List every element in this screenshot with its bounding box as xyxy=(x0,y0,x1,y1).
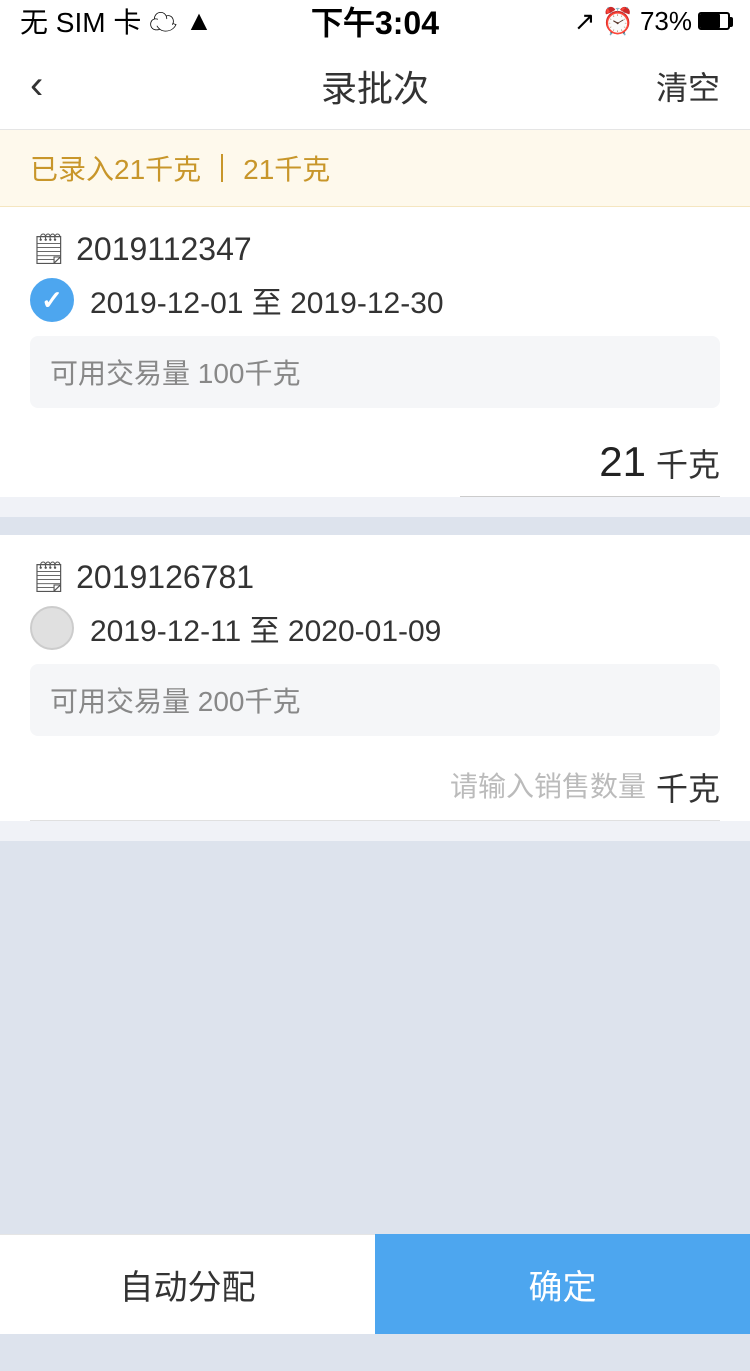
battery-icon xyxy=(698,12,730,30)
item1-unit: 千克 xyxy=(656,440,720,486)
item1-radio[interactable] xyxy=(30,278,74,322)
status-bar: 无 SIM 卡 ☁ ▲ 下午3:04 ↗ ⏰ 73% xyxy=(0,0,750,42)
status-time: 下午3:04 xyxy=(311,0,439,44)
info-value: 21千克 xyxy=(243,148,330,188)
item2-header: 🗒 2019126781 xyxy=(30,559,750,596)
item1-card: 🗒 2019112347 2019-12-01 至 2019-12-30 可用交… xyxy=(0,207,750,497)
clear-button[interactable]: 清空 xyxy=(656,63,720,109)
item1-row: 2019-12-01 至 2019-12-30 xyxy=(30,278,750,322)
card-separator xyxy=(0,517,750,535)
item1-header: 🗒 2019112347 xyxy=(30,231,750,268)
bottom-bar: 自动分配 确定 xyxy=(0,1234,750,1334)
status-left: 无 SIM 卡 ☁ ▲ xyxy=(20,1,213,41)
item2-icon: 🗒 xyxy=(30,560,68,595)
info-banner: 已录入21千克 21千克 xyxy=(0,130,750,207)
item2-radio[interactable] xyxy=(30,606,74,650)
item2-date: 2019-12-11 至 2020-01-09 xyxy=(90,606,441,650)
confirm-button[interactable]: 确定 xyxy=(375,1234,750,1334)
item1-date: 2019-12-01 至 2019-12-30 xyxy=(90,278,444,322)
status-right: ↗ ⏰ 73% xyxy=(574,6,730,37)
item1-amount-row: 21 千克 xyxy=(0,418,750,496)
recorded-label: 已录入21千克 xyxy=(30,148,201,188)
item1-id: 2019112347 xyxy=(76,231,252,268)
item2-qty-box: 可用交易量 200千克 xyxy=(30,664,720,736)
item1-icon: 🗒 xyxy=(30,232,68,267)
location-icon: ↗ xyxy=(574,6,596,37)
item2-row: 2019-12-11 至 2020-01-09 xyxy=(30,606,750,650)
item2-bottom-line xyxy=(30,820,720,821)
item2-qty-input[interactable] xyxy=(30,771,646,803)
auto-distribute-button[interactable]: 自动分配 xyxy=(0,1234,375,1334)
info-divider xyxy=(221,154,223,182)
item2-unit: 千克 xyxy=(656,764,720,810)
page-title: 录批次 xyxy=(321,60,429,112)
wifi-icon: ▲ xyxy=(185,5,213,37)
battery-text: 73% xyxy=(640,6,692,37)
item2-id: 2019126781 xyxy=(76,559,254,596)
back-button[interactable]: ‹ xyxy=(30,63,43,108)
item1-qty-box: 可用交易量 100千克 xyxy=(30,336,720,408)
alarm-icon: ⏰ xyxy=(602,6,634,37)
item1-amount: 21 xyxy=(599,438,646,486)
sim-label: 无 SIM 卡 ☁ xyxy=(20,1,177,41)
nav-bar: ‹ 录批次 清空 xyxy=(0,42,750,130)
item2-card: 🗒 2019126781 2019-12-11 至 2020-01-09 可用交… xyxy=(0,535,750,821)
item2-input-row: 千克 xyxy=(0,746,750,820)
